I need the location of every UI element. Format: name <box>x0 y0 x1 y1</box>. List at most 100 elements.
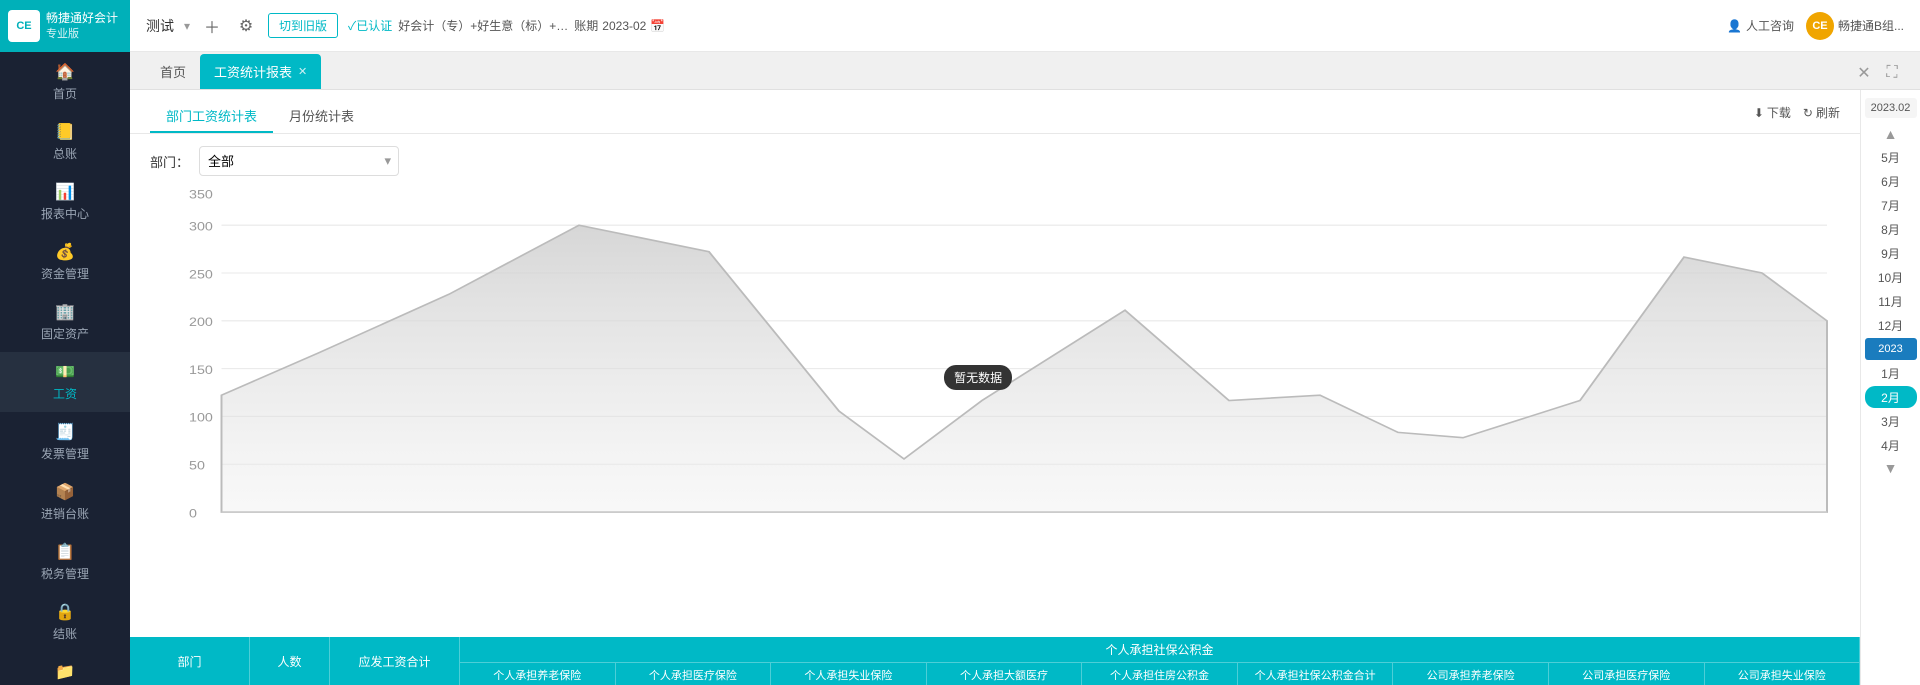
sidebar-item-reports[interactable]: 📊 报表中心 <box>0 172 130 232</box>
tab-home[interactable]: 首页 <box>146 54 200 89</box>
svg-text:150: 150 <box>189 363 213 376</box>
sub-tabs: 部门工资统计表 月份统计表 ⬇ 下载 ↻ 刷新 <box>130 90 1860 134</box>
panel-close-btn[interactable]: ✕ <box>1852 61 1876 85</box>
svg-text:50: 50 <box>189 459 205 472</box>
company-name: 测试 <box>146 16 174 36</box>
year-down-nav[interactable]: ▼ <box>1881 458 1901 478</box>
dept-select-wrapper: 全部 财务部 人事部 销售部 技术部 ▾ <box>199 146 399 176</box>
topbar: 测试 ▾ ＋ ⚙ 切到旧版 ✓已认证 好会计（专）+好生意（标）+… 账期 20… <box>130 0 1920 52</box>
month-10[interactable]: 10月 <box>1865 266 1917 288</box>
sidebar-item-close[interactable]: 🔒 结账 <box>0 592 130 652</box>
social-group-subs: 个人承担养老保险 个人承担医疗保险 个人承担失业保险 个人承担大额医疗 个人承担… <box>460 663 1859 685</box>
chart-container: 0 50 100 150 200 250 300 350 <box>150 188 1840 528</box>
sidebar-item-invoice[interactable]: 🧾 发票管理 <box>0 412 130 472</box>
period-label: 账期 <box>574 17 598 34</box>
topbar-right: 👤 人工咨询 CE 畅捷通B组... <box>1727 12 1904 40</box>
add-button[interactable]: ＋ <box>200 14 224 38</box>
sidebar-item-assets[interactable]: 🏢 固定资产 <box>0 292 130 352</box>
switch-old-button[interactable]: 切到旧版 <box>268 13 338 38</box>
social-group-title: 个人承担社保公积金 <box>460 637 1859 663</box>
tab-home-label: 首页 <box>160 62 186 81</box>
sidebar-item-tax[interactable]: 📋 税务管理 <box>0 532 130 592</box>
month-9[interactable]: 9月 <box>1865 242 1917 264</box>
invoice-icon: 🧾 <box>55 422 75 442</box>
sidebar-item-label: 进销台账 <box>41 505 89 522</box>
col-personal-medical: 个人承担医疗保险 <box>616 663 772 685</box>
col-company-medical: 公司承担医疗保险 <box>1549 663 1705 685</box>
dept-filter-label: 部门： <box>150 152 189 171</box>
download-button[interactable]: ⬇ 下载 <box>1754 104 1791 121</box>
products-badge: 好会计（专）+好生意（标）+… <box>398 17 568 34</box>
period-badge: 账期 2023-02 📅 <box>574 17 665 34</box>
period-value: 2023-02 <box>602 19 646 33</box>
month-8[interactable]: 8月 <box>1865 218 1917 240</box>
sidebar-item-archive[interactable]: 📁 归档管理 <box>0 652 130 685</box>
reports-icon: 📊 <box>55 182 75 202</box>
chart-svg: 0 50 100 150 200 250 300 350 <box>150 188 1840 528</box>
month-4[interactable]: 4月 <box>1865 434 1917 456</box>
assets-icon: 🏢 <box>55 302 75 322</box>
sub-tabs-actions: ⬇ 下载 ↻ 刷新 <box>1754 104 1840 129</box>
ai-icon: 👤 <box>1727 19 1742 33</box>
panel-expand-btn[interactable]: ⛶ <box>1880 61 1904 85</box>
sidebar-item-label: 发票管理 <box>41 445 89 462</box>
certified-badge: ✓已认证 <box>348 17 392 34</box>
dropdown-arrow-icon: ▾ <box>184 19 190 33</box>
col-personal-major-medical: 个人承担大额医疗 <box>927 663 1083 685</box>
month-12[interactable]: 12月 <box>1865 314 1917 336</box>
col-company-unemployment: 公司承担失业保险 <box>1705 663 1860 685</box>
month-3[interactable]: 3月 <box>1865 410 1917 432</box>
main-area: 测试 ▾ ＋ ⚙ 切到旧版 ✓已认证 好会计（专）+好生意（标）+… 账期 20… <box>130 0 1920 685</box>
svg-text:100: 100 <box>189 411 213 424</box>
month-6[interactable]: 6月 <box>1865 170 1917 192</box>
sidebar-item-payroll[interactable]: 💵 工资 <box>0 352 130 412</box>
month-11[interactable]: 11月 <box>1865 290 1917 312</box>
dept-select[interactable]: 全部 财务部 人事部 销售部 技术部 <box>199 146 399 176</box>
tax-icon: 📋 <box>55 542 75 562</box>
tab-close-icon[interactable]: ✕ <box>298 65 307 78</box>
date-display: 2023.02 <box>1865 98 1917 118</box>
tab-payroll-label: 工资统计报表 <box>214 62 292 81</box>
funds-icon: 💰 <box>55 242 75 262</box>
filter-bar: 部门： 全部 财务部 人事部 销售部 技术部 ▾ <box>130 134 1860 188</box>
tabs-bar: 首页 工资统计报表 ✕ ✕ ⛶ <box>130 52 1920 90</box>
svg-text:0: 0 <box>189 507 197 520</box>
content-area: 部门工资统计表 月份统计表 ⬇ 下载 ↻ 刷新 <box>130 90 1920 685</box>
sidebar-item-funds[interactable]: 💰 资金管理 <box>0 232 130 292</box>
sub-tab-monthly[interactable]: 月份统计表 <box>273 100 370 133</box>
avatar: CE <box>1806 12 1834 40</box>
settings-button[interactable]: ⚙ <box>234 14 258 38</box>
sidebar-item-label: 固定资产 <box>41 325 89 342</box>
home-icon: 🏠 <box>55 62 75 82</box>
sub-tab-dept[interactable]: 部门工资统计表 <box>150 100 273 133</box>
col-personal-total: 个人承担社保公积金合计 <box>1238 663 1394 685</box>
col-personal-housing: 个人承担住房公积金 <box>1082 663 1238 685</box>
month-2-active[interactable]: 2月 <box>1865 386 1917 408</box>
sidebar-item-home[interactable]: 🏠 首页 <box>0 52 130 112</box>
year-up-nav[interactable]: ▲ <box>1881 124 1901 144</box>
sidebar-item-label: 报表中心 <box>41 205 89 222</box>
sales-icon: 📦 <box>55 482 75 502</box>
refresh-button[interactable]: ↻ 刷新 <box>1803 104 1840 121</box>
month-5[interactable]: 5月 <box>1865 146 1917 168</box>
chart-tooltip: 暂无数据 <box>944 365 1012 390</box>
sidebar-item-label: 税务管理 <box>41 565 89 582</box>
sidebar-item-sales[interactable]: 📦 进销台账 <box>0 472 130 532</box>
chart-area: 0 50 100 150 200 250 300 350 <box>130 188 1860 637</box>
month-1[interactable]: 1月 <box>1865 362 1917 384</box>
tab-payroll-report[interactable]: 工资统计报表 ✕ <box>200 54 321 89</box>
sidebar-item-label: 资金管理 <box>41 265 89 282</box>
svg-text:300: 300 <box>189 220 213 233</box>
ai-consult-button[interactable]: 👤 人工咨询 <box>1727 17 1794 34</box>
user-menu[interactable]: CE 畅捷通B组... <box>1806 12 1904 40</box>
sidebar-item-ledger[interactable]: 📒 总账 <box>0 112 130 172</box>
svg-text:250: 250 <box>189 268 213 281</box>
table-footer: 部门 人数 应发工资合计 个人承担社保公积金 个人承担养老保险 个人承担医疗保险… <box>130 637 1860 685</box>
col-personal-unemployment: 个人承担失业保险 <box>771 663 927 685</box>
sidebar: CE 畅捷通好会计 专业版 🏠 首页 📒 总账 📊 报表中心 💰 资金管理 🏢 … <box>0 0 130 685</box>
ledger-icon: 📒 <box>55 122 75 142</box>
svg-text:200: 200 <box>189 315 213 328</box>
col-company-pension: 公司承担养老保险 <box>1393 663 1549 685</box>
sidebar-item-label: 首页 <box>53 85 77 102</box>
month-7[interactable]: 7月 <box>1865 194 1917 216</box>
